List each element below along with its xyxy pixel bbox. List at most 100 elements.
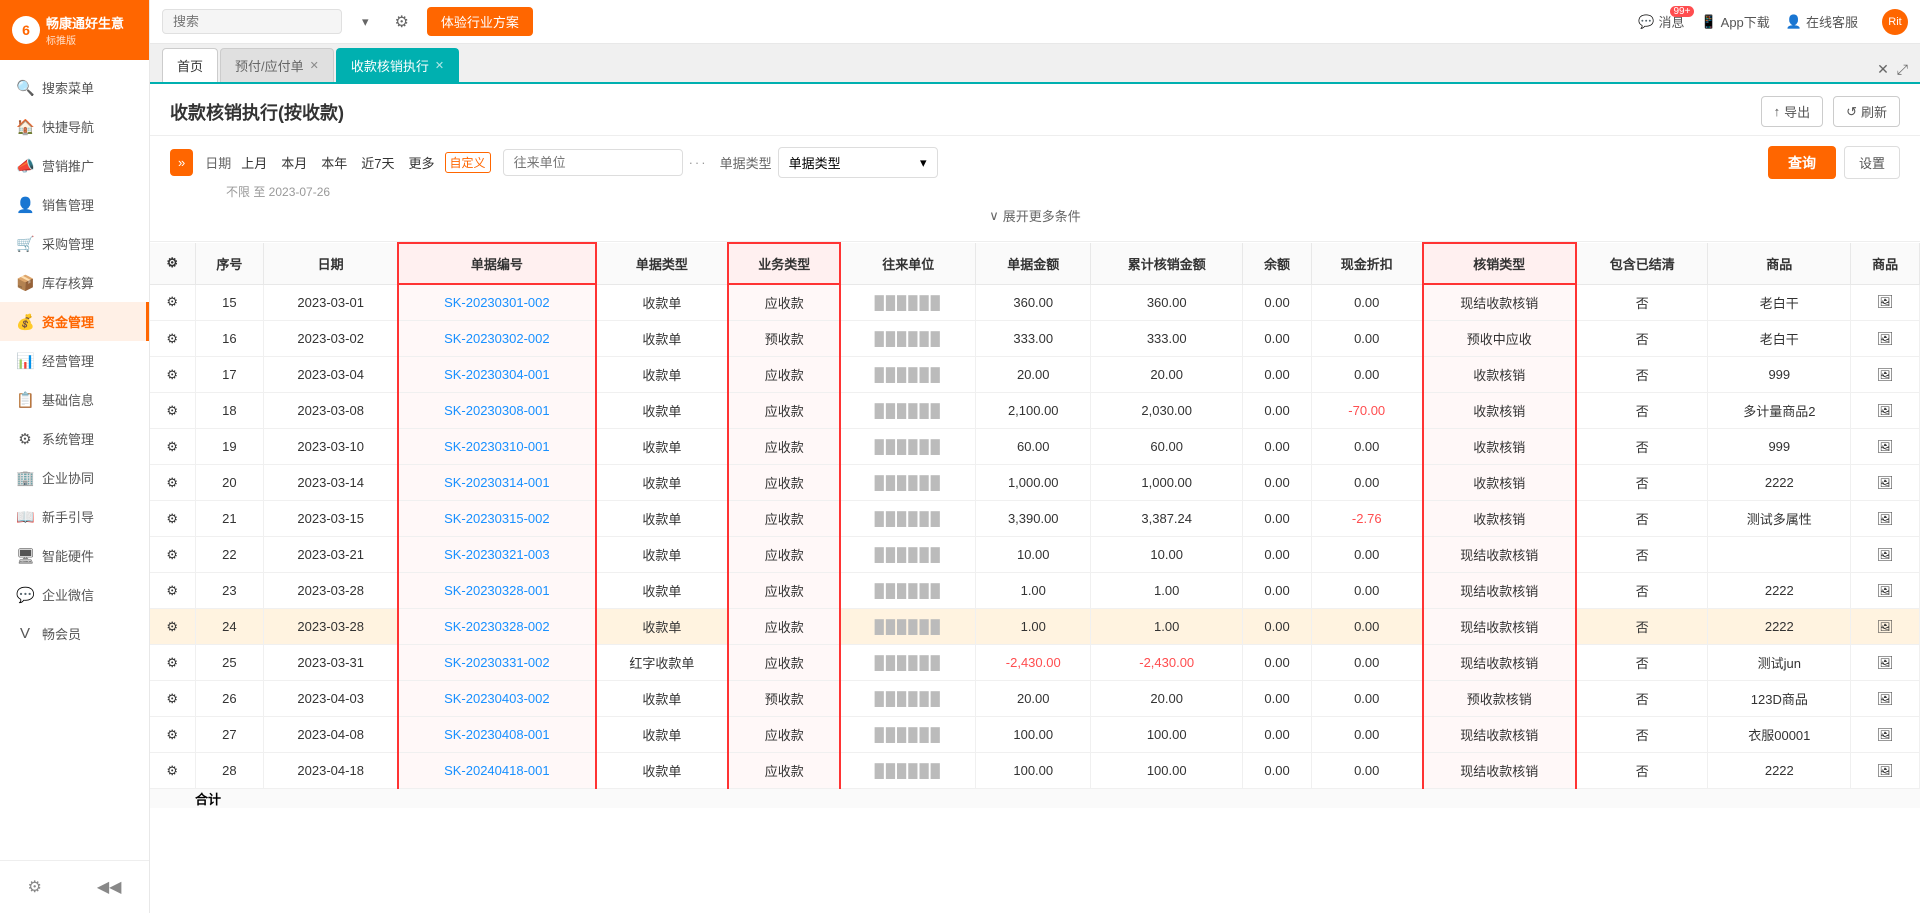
cell-settings[interactable]: ⚙ <box>150 465 195 501</box>
sidebar-item-guide[interactable]: 📖新手引导 <box>0 497 149 536</box>
cell-balance: 0.00 <box>1243 681 1312 717</box>
date-opt-4[interactable]: 更多 <box>405 151 439 174</box>
cell-settings[interactable]: ⚙ <box>150 753 195 789</box>
export-btn[interactable]: ↑ 导出 <box>1761 96 1824 127</box>
tab-close-payable[interactable]: ✕ <box>310 59 319 72</box>
sidebar-item-hardware[interactable]: 🖥智能硬件 <box>0 536 149 575</box>
solution-btn[interactable]: 体验行业方案 <box>427 7 533 36</box>
sidebar-item-quicknav[interactable]: 🏠快捷导航 <box>0 107 149 146</box>
cell-settings[interactable]: ⚙ <box>150 645 195 681</box>
doc-link-27[interactable]: SK-20230408-001 <box>444 727 550 742</box>
cell-doc_no[interactable]: SK-20230328-001 <box>398 573 596 609</box>
cell-doc_no[interactable]: SK-20230328-002 <box>398 609 596 645</box>
app-download-btn[interactable]: 📱 App下载 <box>1700 12 1769 31</box>
cell-doc_no[interactable]: SK-20230301-002 <box>398 284 596 321</box>
cell-doc_no[interactable]: SK-20230310-001 <box>398 429 596 465</box>
doc-link-23[interactable]: SK-20230328-001 <box>444 583 550 598</box>
date-opt-custom[interactable]: 自定义 <box>445 152 491 173</box>
search-input[interactable] <box>173 14 331 29</box>
sidebar-item-operations[interactable]: 📊经营管理 <box>0 341 149 380</box>
cell-no: 24 <box>195 609 264 645</box>
doc-link-21[interactable]: SK-20230315-002 <box>444 511 550 526</box>
cell-doc_no[interactable]: SK-20230308-001 <box>398 393 596 429</box>
doc-link-22[interactable]: SK-20230321-003 <box>444 547 550 562</box>
window-close-icon[interactable]: ✕ <box>1877 61 1889 78</box>
cell-settings[interactable]: ⚙ <box>150 393 195 429</box>
tab-close-collection[interactable]: ✕ <box>435 59 444 72</box>
sidebar-item-search[interactable]: 🔍搜索菜单 <box>0 68 149 107</box>
sidebar-item-system[interactable]: ⚙系统管理 <box>0 419 149 458</box>
cell-doc_no[interactable]: SK-20230331-002 <box>398 645 596 681</box>
cell-doc_no[interactable]: SK-20230302-002 <box>398 321 596 357</box>
cell-settings[interactable]: ⚙ <box>150 429 195 465</box>
settings-footer-btn[interactable]: ⚙ <box>20 869 50 905</box>
sidebar-item-marketing[interactable]: 📣营销推广 <box>0 146 149 185</box>
tab-collection[interactable]: 收款核销执行✕ <box>336 48 459 82</box>
cell-include_settled: 否 <box>1576 609 1708 645</box>
tab-payable[interactable]: 预付/应付单✕ <box>220 48 334 82</box>
topbar-gear-icon[interactable]: ⚙ <box>389 12 415 32</box>
online-service-btn[interactable]: 👤 在线客服 <box>1786 12 1858 31</box>
cell-settings[interactable]: ⚙ <box>150 537 195 573</box>
partner-input[interactable] <box>503 149 683 176</box>
doc-link-24[interactable]: SK-20230328-002 <box>444 619 550 634</box>
cell-date: 2023-04-18 <box>264 753 398 789</box>
cell-doc_no[interactable]: SK-20230408-001 <box>398 717 596 753</box>
query-btn[interactable]: 查询 <box>1768 146 1836 179</box>
filter-settings-btn[interactable]: 设置 <box>1844 146 1900 179</box>
date-opt-2[interactable]: 本年 <box>317 151 351 174</box>
date-opt-0[interactable]: 上月 <box>237 151 271 174</box>
cell-settings[interactable]: ⚙ <box>150 717 195 753</box>
filter-doctype-select[interactable]: 单据类型 ▾ <box>778 147 938 178</box>
cell-settings[interactable]: ⚙ <box>150 357 195 393</box>
cell-settings[interactable]: ⚙ <box>150 681 195 717</box>
cell-settings[interactable]: ⚙ <box>150 573 195 609</box>
date-opt-1[interactable]: 本月 <box>277 151 311 174</box>
filter-expand-more[interactable]: ∨ 展开更多条件 <box>170 200 1900 231</box>
sidebar-item-member[interactable]: V畅会员 <box>0 614 149 653</box>
doc-link-28[interactable]: SK-20240418-001 <box>444 763 550 778</box>
sidebar-item-inventory[interactable]: 📦库存核算 <box>0 263 149 302</box>
col-header-date: 日期 <box>264 243 398 284</box>
sidebar-item-purchase[interactable]: 🛒采购管理 <box>0 224 149 263</box>
user-avatar[interactable]: Rit <box>1882 9 1908 35</box>
cell-settings[interactable]: ⚙ <box>150 321 195 357</box>
sidebar-item-wechat[interactable]: 💬企业微信 <box>0 575 149 614</box>
doc-link-20[interactable]: SK-20230314-001 <box>444 475 550 490</box>
tab-home[interactable]: 首页 <box>162 48 218 82</box>
refresh-label: 刷新 <box>1861 102 1887 121</box>
cell-doc_no[interactable]: SK-20230314-001 <box>398 465 596 501</box>
doc-link-17[interactable]: SK-20230304-001 <box>444 367 550 382</box>
sidebar-item-finance[interactable]: 💰资金管理 <box>0 302 149 341</box>
cell-doc_no[interactable]: SK-20230403-002 <box>398 681 596 717</box>
cell-doc_no[interactable]: SK-20230315-002 <box>398 501 596 537</box>
cell-settings[interactable]: ⚙ <box>150 609 195 645</box>
cell-settings[interactable]: ⚙ <box>150 501 195 537</box>
col-header-amount: 单据金额 <box>976 243 1091 284</box>
doc-link-26[interactable]: SK-20230403-002 <box>444 691 550 706</box>
cell-no: 17 <box>195 357 264 393</box>
cell-doc_no[interactable]: SK-20240418-001 <box>398 753 596 789</box>
sidebar-item-sales[interactable]: 👤销售管理 <box>0 185 149 224</box>
messages-btn[interactable]: 💬 消息 99+ <box>1638 12 1684 31</box>
doc-link-18[interactable]: SK-20230308-001 <box>444 403 550 418</box>
cell-doc_no[interactable]: SK-20230321-003 <box>398 537 596 573</box>
cell-doc_no[interactable]: SK-20230304-001 <box>398 357 596 393</box>
topbar-dropdown[interactable]: ▾ <box>354 14 377 30</box>
window-expand-icon[interactable]: ⤢ <box>1897 61 1908 78</box>
sidebar-item-enterprise[interactable]: 🏢企业协同 <box>0 458 149 497</box>
doc-link-25[interactable]: SK-20230331-002 <box>444 655 550 670</box>
filter-expand-btn[interactable]: » <box>170 149 193 176</box>
doc-link-15[interactable]: SK-20230301-002 <box>444 295 550 310</box>
sidebar-item-basic[interactable]: 📋基础信息 <box>0 380 149 419</box>
footer-cell-doc_type <box>596 789 729 809</box>
refresh-btn[interactable]: ↺ 刷新 <box>1833 96 1900 127</box>
date-opt-3[interactable]: 近7天 <box>357 151 398 174</box>
cell-no: 18 <box>195 393 264 429</box>
cell-no: 22 <box>195 537 264 573</box>
doc-link-19[interactable]: SK-20230310-001 <box>444 439 550 454</box>
doc-link-16[interactable]: SK-20230302-002 <box>444 331 550 346</box>
cell-settings[interactable]: ⚙ <box>150 284 195 321</box>
collapse-sidebar-btn[interactable]: ◀◀ <box>89 869 130 905</box>
topbar-search-box[interactable] <box>162 9 342 34</box>
